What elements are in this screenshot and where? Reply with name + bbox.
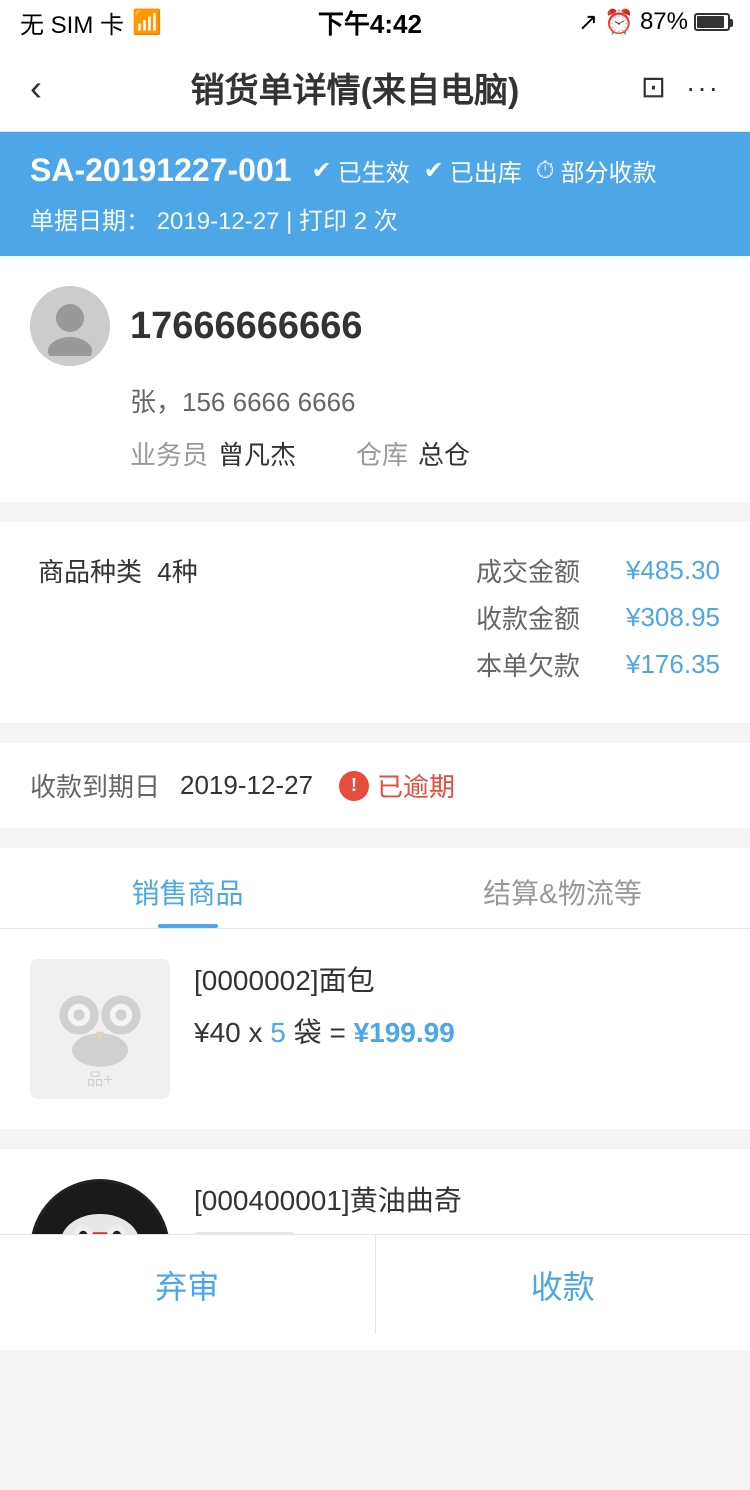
battery-icon — [694, 13, 730, 31]
sales-value: 曾凡杰 — [218, 435, 296, 472]
received-label: 收款金额 — [476, 599, 580, 636]
cancel-review-button[interactable]: 弃审 — [0, 1235, 376, 1334]
check-icon-1: ✔ — [312, 156, 332, 185]
overdue-text: 已逾期 — [377, 767, 455, 804]
due-date-value: 2019-12-27 — [180, 770, 313, 801]
battery-percent: 87% — [640, 8, 688, 36]
customer-meta: 业务员 曾凡杰 仓库 总仓 — [30, 435, 720, 472]
product-info-1: [0000002]面包 ¥40 x 5 袋 = ¥199.99 — [194, 959, 720, 1051]
product-qty-1: 5 — [270, 1017, 286, 1048]
status-bar: 无 SIM 卡 📶 下午4:42 ↗ ⏰ 87% — [0, 0, 750, 44]
customer-phone: 17666666666 — [130, 305, 362, 348]
sales-person: 业务员 曾凡杰 — [130, 435, 296, 472]
product-image-1: 品+ — [30, 959, 170, 1099]
order-id-row: SA-20191227-001 ✔ 已生效 ✔ 已出库 ⏱ 部分收款 — [30, 152, 720, 189]
alarm-icon: ⏰ — [604, 8, 634, 37]
tab-sales-products[interactable]: 销售商品 — [0, 848, 375, 928]
sales-label: 业务员 — [130, 435, 208, 472]
nav-bar: ‹ 销货单详情(来自电脑) ⊡ ··· — [0, 44, 750, 132]
owed-row: 本单欠款 ¥176.35 — [476, 646, 720, 683]
overdue-icon: ! — [339, 771, 369, 801]
more-button[interactable]: ··· — [686, 72, 720, 104]
tabs-row: 销售商品 结算&物流等 — [0, 848, 750, 928]
nav-actions: ⊡ ··· — [620, 70, 720, 105]
amount-value: ¥485.30 — [600, 555, 720, 586]
collect-payment-button[interactable]: 收款 — [376, 1235, 750, 1334]
status-badge-partial: ⏱ 部分收款 — [536, 153, 657, 188]
order-date-row: 单据日期： 2019-12-27 | 打印 2 次 — [30, 201, 720, 236]
received-value: ¥308.95 — [600, 602, 720, 633]
carrier-text: 无 SIM 卡 — [20, 5, 124, 40]
status-right: ↗ ⏰ 87% — [578, 8, 730, 37]
bottom-bar: 弃审 收款 — [0, 1234, 750, 1334]
customer-section: 17666666666 张，156 6666 6666 业务员 曾凡杰 仓库 总… — [0, 256, 750, 502]
avatar — [30, 286, 110, 366]
share-button[interactable]: ⊡ — [641, 70, 666, 105]
location-icon: ↗ — [578, 8, 598, 37]
overdue-badge: ! 已逾期 — [339, 767, 455, 804]
order-summary: 商品种类 4种 成交金额 ¥485.30 收款金额 ¥308.95 本单欠款 ¥… — [0, 522, 750, 723]
wifi-icon: 📶 — [132, 8, 162, 37]
status-left: 无 SIM 卡 📶 — [20, 5, 162, 40]
amount-label: 成交金额 — [476, 552, 580, 589]
product-name-2: [000400001]黄油曲奇 — [194, 1179, 720, 1219]
status-badge-effective: ✔ 已生效 — [312, 153, 410, 188]
summary-right: 成交金额 ¥485.30 收款金额 ¥308.95 本单欠款 ¥176.35 — [476, 552, 720, 693]
clock-icon: ⏱ — [536, 157, 555, 185]
category-info: 商品种类 4种 — [30, 552, 198, 589]
svg-text:品+: 品+ — [87, 1070, 114, 1089]
received-row: 收款金额 ¥308.95 — [476, 599, 720, 636]
time-display: 下午4:42 — [318, 4, 422, 41]
order-id: SA-20191227-001 — [30, 152, 292, 189]
customer-name: 张，156 6666 6666 — [30, 382, 720, 419]
order-banner: SA-20191227-001 ✔ 已生效 ✔ 已出库 ⏱ 部分收款 单据日期：… — [0, 132, 750, 256]
tabs-section: 销售商品 结算&物流等 — [0, 848, 750, 929]
amount-row: 成交金额 ¥485.30 — [476, 552, 720, 589]
page-title: 销货单详情(来自电脑) — [90, 63, 620, 112]
summary-left: 商品种类 4种 — [30, 552, 198, 595]
status-badge-shipped: ✔ 已出库 — [424, 153, 522, 188]
status-badges: ✔ 已生效 ✔ 已出库 ⏱ 部分收款 — [312, 153, 657, 188]
product-total-1: ¥199.99 — [354, 1017, 455, 1048]
due-date-section: 收款到期日 2019-12-27 ! 已逾期 — [0, 743, 750, 828]
products-list: 品+ [0000002]面包 ¥40 x 5 袋 = ¥199.99 — [0, 929, 750, 1490]
warehouse: 仓库 总仓 — [356, 435, 470, 472]
check-icon-2: ✔ — [424, 156, 444, 185]
product-price-row-1: ¥40 x 5 袋 = ¥199.99 — [194, 1011, 720, 1051]
product-name-1: [0000002]面包 — [194, 959, 720, 999]
product-item: 品+ [0000002]面包 ¥40 x 5 袋 = ¥199.99 — [0, 929, 750, 1129]
owed-label: 本单欠款 — [476, 646, 580, 683]
owed-value: ¥176.35 — [600, 649, 720, 680]
back-button[interactable]: ‹ — [30, 67, 90, 109]
tab-settlement[interactable]: 结算&物流等 — [375, 848, 750, 928]
customer-top: 17666666666 — [30, 286, 720, 366]
warehouse-value: 总仓 — [418, 435, 470, 472]
due-date-label: 收款到期日 — [30, 767, 160, 804]
warehouse-label: 仓库 — [356, 435, 408, 472]
